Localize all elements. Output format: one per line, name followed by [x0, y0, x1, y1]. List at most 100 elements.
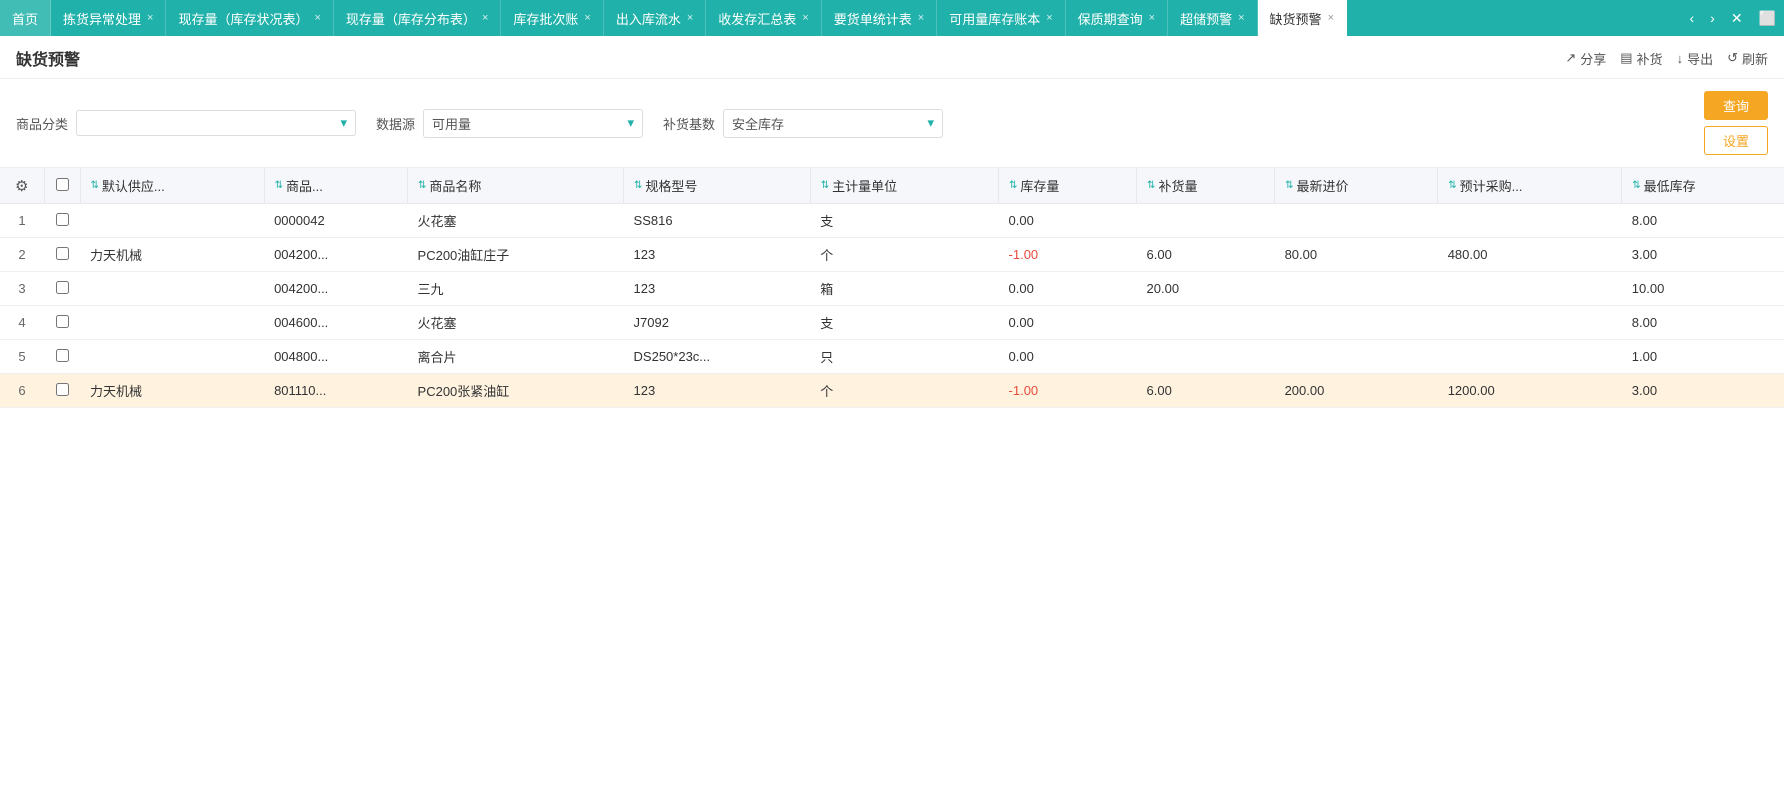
cell-restock-qty: [1137, 204, 1275, 238]
sort-latest-price[interactable]: ⇅ 最新进价: [1285, 176, 1348, 195]
sort-product-name[interactable]: ⇅ 商品名称: [418, 176, 481, 195]
tab-overstock-warn[interactable]: 超储预警 ×: [1168, 0, 1257, 36]
col-check-all: [44, 168, 80, 204]
close-all-btn[interactable]: ✕: [1723, 10, 1751, 27]
row-check[interactable]: [44, 340, 80, 374]
cell-spec: SS816: [624, 204, 811, 238]
tab-inout-flow[interactable]: 出入库流水 ×: [604, 0, 706, 36]
next-tab-btn[interactable]: ›: [1702, 10, 1723, 26]
sort-restock-qty[interactable]: ⇅ 补货量: [1147, 176, 1197, 195]
tab-home[interactable]: 首页: [0, 0, 51, 36]
maximize-btn[interactable]: ⬜: [1751, 10, 1784, 27]
row-check[interactable]: [44, 204, 80, 238]
row-index: 6: [0, 374, 44, 408]
row-checkbox[interactable]: [56, 247, 69, 260]
tab-shortage-warn[interactable]: 缺货预警 ×: [1258, 0, 1347, 36]
close-icon[interactable]: ×: [918, 12, 924, 24]
cell-stock-qty: 0.00: [999, 340, 1137, 374]
cell-stock-qty: 0.00: [999, 306, 1137, 340]
gear-settings-btn[interactable]: ⚙: [15, 177, 28, 195]
close-icon[interactable]: ×: [1238, 12, 1244, 24]
close-icon[interactable]: ×: [1046, 12, 1052, 24]
cell-unit: 支: [810, 204, 998, 238]
close-icon[interactable]: ×: [1328, 12, 1334, 24]
close-icon[interactable]: ×: [802, 12, 808, 24]
col-header-stock-qty: ⇅ 库存量: [999, 168, 1137, 204]
query-button[interactable]: 查询: [1704, 91, 1768, 120]
table-row[interactable]: 1 0000042 火花塞 SS816 支 0.00 8.00: [0, 204, 1784, 238]
tab-demand-stat[interactable]: 要货单统计表 ×: [822, 0, 937, 36]
cell-spec: DS250*23c...: [624, 340, 811, 374]
data-source-value: 可用量: [432, 114, 471, 133]
cell-supplier: [80, 340, 264, 374]
table-row[interactable]: 3 004200... 三九 123 箱 0.00 20.00 10.00: [0, 272, 1784, 306]
close-icon[interactable]: ×: [687, 12, 693, 24]
header-actions: ↗ 分享 ▤ 补货 ↓ 导出 ↺ 刷新: [1565, 49, 1768, 68]
cell-unit: 个: [810, 238, 998, 272]
restock-label: 补货: [1637, 49, 1663, 68]
cell-product-name: PC200油缸庄子: [408, 238, 624, 272]
close-icon[interactable]: ×: [482, 12, 488, 24]
cell-min-stock: 3.00: [1622, 374, 1784, 408]
table-row[interactable]: 5 004800... 离合片 DS250*23c... 只 0.00 1.00: [0, 340, 1784, 374]
col-header-product-code: ⇅ 商品...: [264, 168, 407, 204]
cell-unit: 箱: [810, 272, 998, 306]
refresh-action[interactable]: ↺ 刷新: [1727, 49, 1768, 68]
close-icon[interactable]: ×: [584, 12, 590, 24]
tab-expiry-query[interactable]: 保质期查询 ×: [1066, 0, 1168, 36]
row-check[interactable]: [44, 374, 80, 408]
settings-button[interactable]: 设置: [1704, 126, 1768, 155]
cell-est-purchase: 480.00: [1438, 238, 1622, 272]
table-row[interactable]: 2 力天机械 004200... PC200油缸庄子 123 个 -1.00 6…: [0, 238, 1784, 272]
row-checkbox[interactable]: [56, 349, 69, 362]
sort-product-code[interactable]: ⇅ 商品...: [275, 176, 323, 195]
row-checkbox[interactable]: [56, 383, 69, 396]
row-check[interactable]: [44, 306, 80, 340]
product-category-select[interactable]: ▾: [76, 110, 356, 136]
cell-stock-qty: 0.00: [999, 272, 1137, 306]
close-icon[interactable]: ×: [1149, 12, 1155, 24]
cell-est-purchase: 1200.00: [1438, 374, 1622, 408]
tab-collect-summary[interactable]: 收发存汇总表 ×: [706, 0, 821, 36]
cell-product-code: 004200...: [264, 238, 407, 272]
table-row[interactable]: 4 004600... 火花塞 J7092 支 0.00 8.00: [0, 306, 1784, 340]
cell-est-purchase: [1438, 272, 1622, 306]
restock-base-select[interactable]: 安全库存 ▾: [723, 109, 943, 138]
col-header-unit: ⇅ 主计量单位: [810, 168, 998, 204]
share-action[interactable]: ↗ 分享: [1565, 49, 1606, 68]
cell-product-code: 0000042: [264, 204, 407, 238]
sort-stock-qty[interactable]: ⇅ 库存量: [1009, 176, 1059, 195]
col-header-spec: ⇅ 规格型号: [624, 168, 811, 204]
row-check[interactable]: [44, 238, 80, 272]
close-icon[interactable]: ×: [147, 12, 153, 24]
sort-min-stock[interactable]: ⇅ 最低库存: [1632, 176, 1695, 195]
restock-action[interactable]: ▤ 补货: [1620, 49, 1662, 68]
export-action[interactable]: ↓ 导出: [1677, 49, 1714, 68]
data-source-select[interactable]: 可用量 ▾: [423, 109, 643, 138]
filter-actions: 查询 设置: [1704, 91, 1768, 155]
prev-tab-btn[interactable]: ‹: [1681, 10, 1702, 26]
sort-est-purchase[interactable]: ⇅ 预计采购...: [1448, 176, 1522, 195]
cell-product-code: 801110...: [264, 374, 407, 408]
row-checkbox[interactable]: [56, 213, 69, 226]
cell-supplier: 力天机械: [80, 238, 264, 272]
tab-inventory-status[interactable]: 现存量（库存状况表） ×: [166, 0, 333, 36]
table-row[interactable]: 6 力天机械 801110... PC200张紧油缸 123 个 -1.00 6…: [0, 374, 1784, 408]
tab-batch-account[interactable]: 库存批次账 ×: [501, 0, 603, 36]
tab-available-ledger[interactable]: 可用量库存账本 ×: [937, 0, 1065, 36]
tab-inventory-dist[interactable]: 现存量（库存分布表） ×: [334, 0, 501, 36]
sort-supplier[interactable]: ⇅ 默认供应...: [91, 176, 165, 195]
cell-restock-qty: 6.00: [1137, 374, 1275, 408]
close-icon[interactable]: ×: [314, 12, 320, 24]
row-checkbox[interactable]: [56, 281, 69, 294]
check-all-checkbox[interactable]: [56, 178, 69, 191]
cell-latest-price: 80.00: [1275, 238, 1438, 272]
row-check[interactable]: [44, 272, 80, 306]
sort-spec[interactable]: ⇅ 规格型号: [634, 176, 697, 195]
row-checkbox[interactable]: [56, 315, 69, 328]
sort-unit[interactable]: ⇅ 主计量单位: [821, 176, 897, 195]
tab-defect-process[interactable]: 拣货异常处理 ×: [51, 0, 166, 36]
col-header-product-name: ⇅ 商品名称: [408, 168, 624, 204]
cell-supplier: [80, 306, 264, 340]
cell-product-name: 三九: [408, 272, 624, 306]
